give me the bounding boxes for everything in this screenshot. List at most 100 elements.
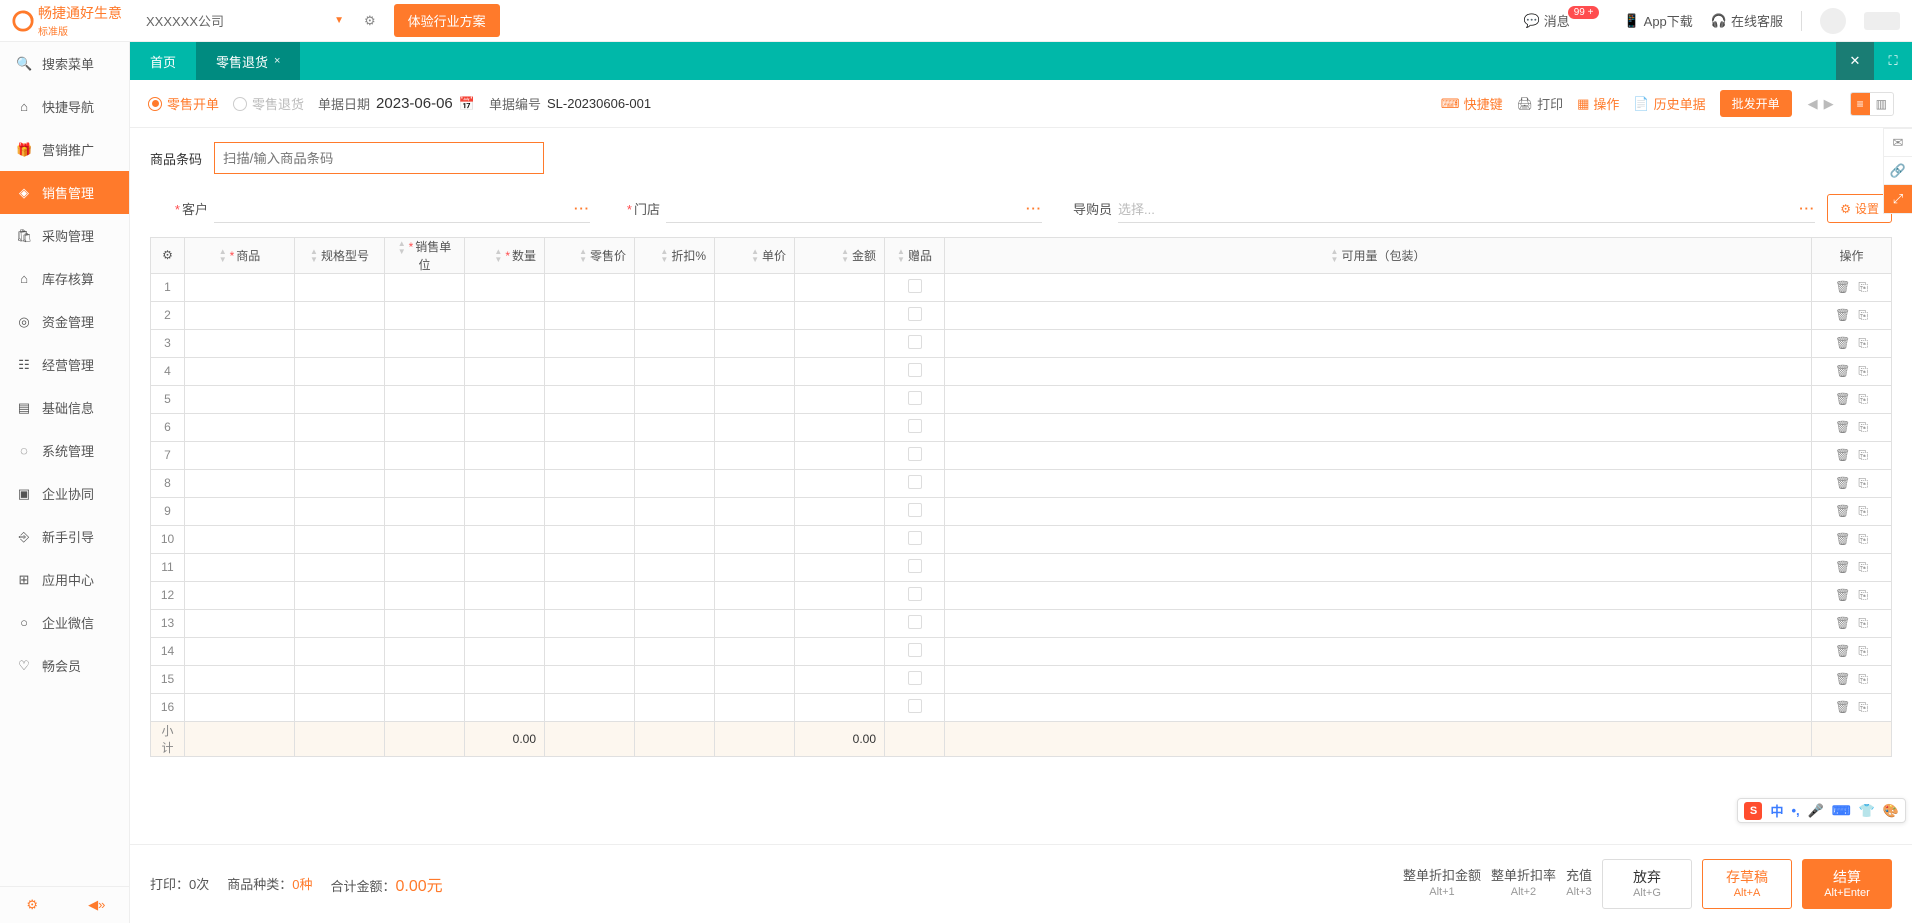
print-link[interactable]: 🖨打印	[1517, 94, 1564, 113]
delete-icon[interactable]: 🗑	[1835, 364, 1850, 379]
sidebar-item-11[interactable]: ⎆新手引导	[0, 515, 129, 558]
lookup-icon[interactable]: ···	[1026, 201, 1042, 216]
cell-retail[interactable]	[545, 581, 635, 609]
checkbox-icon[interactable]	[908, 559, 922, 573]
view-list[interactable]: ≡	[1851, 93, 1870, 115]
cell-gift[interactable]	[885, 609, 945, 637]
checkbox-icon[interactable]	[908, 363, 922, 377]
recharge-link[interactable]: 充值 Alt+3	[1566, 868, 1592, 899]
discount-amount-link[interactable]: 整单折扣金额 Alt+1	[1403, 868, 1481, 899]
cell-retail[interactable]	[545, 637, 635, 665]
cell-price[interactable]	[715, 693, 795, 721]
cell-amount[interactable]	[795, 329, 885, 357]
cell-unit[interactable]	[385, 637, 465, 665]
ime-tool-icon[interactable]: 👕	[1859, 803, 1875, 819]
cell-retail[interactable]	[545, 441, 635, 469]
table-row[interactable]: 14🗑⎘	[151, 637, 1892, 665]
ime-bar[interactable]: S 中 •, 🎤 ⌨ 👕 🎨	[1737, 798, 1906, 823]
th-spec[interactable]: ▲▼规格型号	[295, 238, 385, 274]
checkbox-icon[interactable]	[908, 391, 922, 405]
table-row[interactable]: 12🗑⎘	[151, 581, 1892, 609]
sidebar-item-7[interactable]: ☷经营管理	[0, 343, 129, 386]
cell-product[interactable]	[185, 329, 295, 357]
cell-available[interactable]	[945, 385, 1812, 413]
cell-price[interactable]	[715, 441, 795, 469]
cell-retail[interactable]	[545, 525, 635, 553]
rail-expand-icon[interactable]: ⤢	[1884, 185, 1912, 213]
cell-unit[interactable]	[385, 497, 465, 525]
copy-icon[interactable]: ⎘	[1858, 448, 1868, 463]
copy-icon[interactable]: ⎘	[1858, 560, 1868, 575]
delete-icon[interactable]: 🗑	[1835, 392, 1850, 407]
customer-input[interactable]: ···	[214, 195, 590, 223]
ime-skin-icon[interactable]: 🎨	[1883, 803, 1899, 819]
delete-icon[interactable]: 🗑	[1835, 700, 1850, 715]
cell-unit[interactable]	[385, 385, 465, 413]
cell-unit[interactable]	[385, 525, 465, 553]
sidebar-item-12[interactable]: ⊞应用中心	[0, 558, 129, 601]
checkbox-icon[interactable]	[908, 671, 922, 685]
cell-retail[interactable]	[545, 357, 635, 385]
cell-amount[interactable]	[795, 469, 885, 497]
cell-gift[interactable]	[885, 665, 945, 693]
calendar-icon[interactable]: 📅	[459, 96, 475, 112]
cell-retail[interactable]	[545, 329, 635, 357]
th-retail[interactable]: ▲▼零售价	[545, 238, 635, 274]
cell-qty[interactable]	[465, 525, 545, 553]
cell-available[interactable]	[945, 273, 1812, 301]
sidebar-item-10[interactable]: ▣企业协同	[0, 472, 129, 515]
cell-discount[interactable]	[635, 665, 715, 693]
cell-qty[interactable]	[465, 441, 545, 469]
th-gear[interactable]: ⚙	[151, 238, 185, 274]
cell-retail[interactable]	[545, 693, 635, 721]
checkbox-icon[interactable]	[908, 279, 922, 293]
avatar[interactable]	[1820, 8, 1846, 34]
tabs-fullscreen[interactable]: ⛶	[1874, 42, 1912, 80]
cell-gift[interactable]	[885, 469, 945, 497]
cell-product[interactable]	[185, 553, 295, 581]
checkbox-icon[interactable]	[908, 335, 922, 349]
batch-button[interactable]: 批发开单	[1720, 90, 1792, 117]
sidebar-item-5[interactable]: ⌂库存核算	[0, 257, 129, 300]
cell-amount[interactable]	[795, 497, 885, 525]
salesperson-input[interactable]: 选择... ···	[1118, 195, 1815, 223]
cell-unit[interactable]	[385, 357, 465, 385]
tab-close-icon[interactable]: ×	[274, 55, 280, 67]
cell-available[interactable]	[945, 665, 1812, 693]
cell-qty[interactable]	[465, 301, 545, 329]
copy-icon[interactable]: ⎘	[1858, 504, 1868, 519]
delete-icon[interactable]: 🗑	[1835, 280, 1850, 295]
table-row[interactable]: 6🗑⎘	[151, 413, 1892, 441]
copy-icon[interactable]: ⎘	[1858, 700, 1868, 715]
cell-discount[interactable]	[635, 301, 715, 329]
cell-gift[interactable]	[885, 329, 945, 357]
cell-gift[interactable]	[885, 441, 945, 469]
cell-price[interactable]	[715, 637, 795, 665]
cell-available[interactable]	[945, 581, 1812, 609]
promo-button[interactable]: 体验行业方案	[394, 4, 500, 37]
table-row[interactable]: 2🗑⎘	[151, 301, 1892, 329]
cell-spec[interactable]	[295, 413, 385, 441]
copy-icon[interactable]: ⎘	[1858, 420, 1868, 435]
cell-discount[interactable]	[635, 637, 715, 665]
sidebar-item-9[interactable]: ◌系统管理	[0, 429, 129, 472]
cell-product[interactable]	[185, 581, 295, 609]
cell-available[interactable]	[945, 609, 1812, 637]
delete-icon[interactable]: 🗑	[1835, 476, 1850, 491]
cell-product[interactable]	[185, 637, 295, 665]
cell-spec[interactable]	[295, 609, 385, 637]
cell-gift[interactable]	[885, 497, 945, 525]
discount-rate-link[interactable]: 整单折扣率 Alt+2	[1491, 868, 1556, 899]
shortcut-link[interactable]: ⌨快捷键	[1441, 94, 1503, 113]
barcode-input[interactable]	[214, 142, 544, 174]
cell-available[interactable]	[945, 637, 1812, 665]
cell-spec[interactable]	[295, 469, 385, 497]
cell-discount[interactable]	[635, 581, 715, 609]
table-row[interactable]: 16🗑⎘	[151, 693, 1892, 721]
cell-retail[interactable]	[545, 301, 635, 329]
delete-icon[interactable]: 🗑	[1835, 644, 1850, 659]
cell-amount[interactable]	[795, 581, 885, 609]
cell-price[interactable]	[715, 581, 795, 609]
cell-gift[interactable]	[885, 273, 945, 301]
cell-discount[interactable]	[635, 413, 715, 441]
